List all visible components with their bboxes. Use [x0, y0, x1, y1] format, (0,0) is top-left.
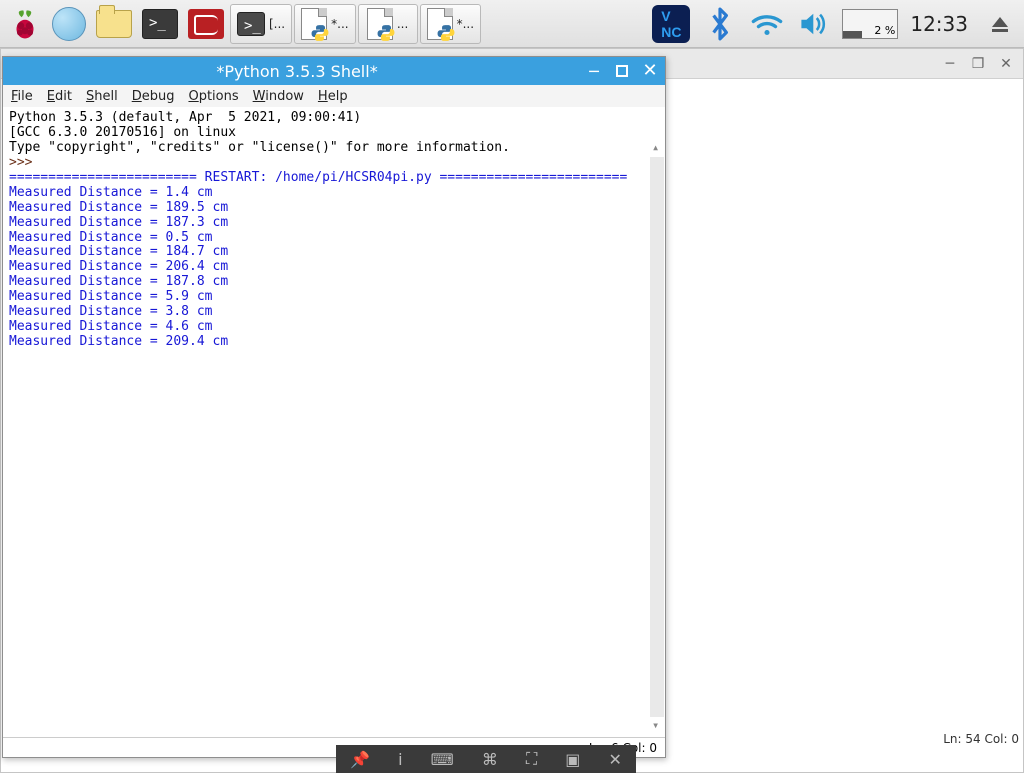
cpu-meter[interactable]: 2 %	[842, 9, 898, 39]
close-icon[interactable]: ✕	[609, 750, 622, 769]
branch-icon	[188, 9, 224, 39]
task-label: *...	[457, 17, 474, 31]
terminal-icon	[237, 12, 265, 36]
measurement-line: Measured Distance = 187.8 cm	[9, 274, 228, 289]
measurement-line: Measured Distance = 0.5 cm	[9, 230, 213, 245]
measurement-line: Measured Distance = 1.4 cm	[9, 185, 213, 200]
wifi-icon	[750, 10, 784, 38]
clock[interactable]: 12:33	[904, 12, 974, 36]
cpu-percent: 2 %	[874, 24, 895, 37]
idle-titlebar[interactable]: *Python 3.5.3 Shell* ─ ✕	[3, 57, 665, 85]
measurement-line: Measured Distance = 3.8 cm	[9, 304, 213, 319]
terminal-icon	[142, 9, 178, 39]
menu-file[interactable]: File	[11, 89, 33, 104]
tray-volume[interactable]	[794, 4, 836, 44]
info-icon[interactable]: i	[398, 750, 402, 769]
menu-options[interactable]: Options	[188, 89, 238, 104]
python-icon	[377, 24, 395, 42]
banner-line: [GCC 6.3.0 20170516] on linux	[9, 125, 236, 140]
menu-raspberry[interactable]	[4, 4, 46, 44]
raspberry-icon	[8, 7, 42, 41]
maximize-button[interactable]: ❐	[969, 55, 987, 73]
banner-line: Type "copyright", "credits" or "license(…	[9, 140, 510, 155]
measurement-line: Measured Distance = 4.6 cm	[9, 319, 213, 334]
measurement-line: Measured Distance = 206.4 cm	[9, 259, 228, 274]
globe-icon	[52, 7, 86, 41]
fullscreen-icon[interactable]: ⛶	[526, 749, 537, 769]
speaker-icon	[798, 10, 832, 38]
banner-line: Python 3.5.3 (default, Apr 5 2021, 09:00…	[9, 110, 361, 125]
bluetooth-icon	[707, 7, 733, 41]
menu-edit[interactable]: Edit	[47, 89, 72, 104]
document-icon	[427, 8, 453, 40]
tray-wifi[interactable]	[746, 4, 788, 44]
document-icon	[301, 8, 327, 40]
measurement-line: Measured Distance = 184.7 cm	[9, 244, 228, 259]
task-terminal[interactable]: [...	[230, 4, 292, 44]
minimize-button[interactable]: ─	[941, 55, 959, 73]
minimize-button[interactable]: ─	[585, 62, 603, 80]
menu-help[interactable]: Help	[318, 89, 348, 104]
measurement-line: Measured Distance = 187.3 cm	[9, 215, 228, 230]
launcher-files[interactable]	[92, 4, 136, 44]
menu-window[interactable]: Window	[253, 89, 304, 104]
task-label: [...	[269, 17, 285, 31]
prompt: >>>	[9, 155, 40, 170]
menu-shell[interactable]: Shell	[86, 89, 118, 104]
launcher-branch[interactable]	[184, 4, 228, 44]
editor-statusbar: Ln: 54 Col: 0	[943, 732, 1019, 746]
python-icon	[437, 24, 455, 42]
launcher-web[interactable]	[48, 4, 90, 44]
document-icon	[367, 8, 393, 40]
idle-output[interactable]: Python 3.5.3 (default, Apr 5 2021, 09:00…	[3, 107, 665, 737]
measurement-line: Measured Distance = 5.9 cm	[9, 289, 213, 304]
scrollbar[interactable]	[650, 157, 664, 717]
task-python-3[interactable]: *...	[420, 4, 481, 44]
close-button[interactable]: ✕	[641, 62, 659, 80]
idle-shell-window: *Python 3.5.3 Shell* ─ ✕ File Edit Shell…	[2, 56, 666, 758]
tray-bluetooth[interactable]	[700, 4, 740, 44]
eject-icon	[988, 12, 1012, 36]
scale-icon[interactable]: ▣	[565, 750, 580, 769]
pin-icon[interactable]: 📌	[350, 750, 370, 769]
keys-icon[interactable]: ⌘	[482, 750, 498, 769]
system-panel: [... *... ... *... VNC	[0, 0, 1024, 48]
maximize-button[interactable]	[613, 62, 631, 80]
vnc-icon: VNC	[652, 5, 690, 43]
tray-vnc[interactable]: VNC	[648, 4, 694, 44]
idle-title-text: *Python 3.5.3 Shell*	[9, 62, 585, 81]
python-icon	[311, 24, 329, 42]
tray-eject[interactable]	[980, 4, 1020, 44]
launcher-terminal[interactable]	[138, 4, 182, 44]
vnc-toolbar: 📌 i ⌨ ⌘ ⛶ ▣ ✕	[336, 745, 636, 773]
measurement-line: Measured Distance = 209.4 cm	[9, 334, 228, 349]
measurement-line: Measured Distance = 189.5 cm	[9, 200, 228, 215]
task-label: ...	[397, 17, 408, 31]
task-python-1[interactable]: *...	[294, 4, 355, 44]
restart-line: ======================== RESTART: /home/…	[9, 170, 627, 185]
folder-icon	[96, 10, 132, 38]
task-python-2[interactable]: ...	[358, 4, 418, 44]
task-label: *...	[331, 17, 348, 31]
keyboard-icon[interactable]: ⌨	[431, 750, 454, 769]
idle-menubar: File Edit Shell Debug Options Window Hel…	[3, 85, 665, 107]
menu-debug[interactable]: Debug	[132, 89, 175, 104]
close-button[interactable]: ✕	[997, 55, 1015, 73]
